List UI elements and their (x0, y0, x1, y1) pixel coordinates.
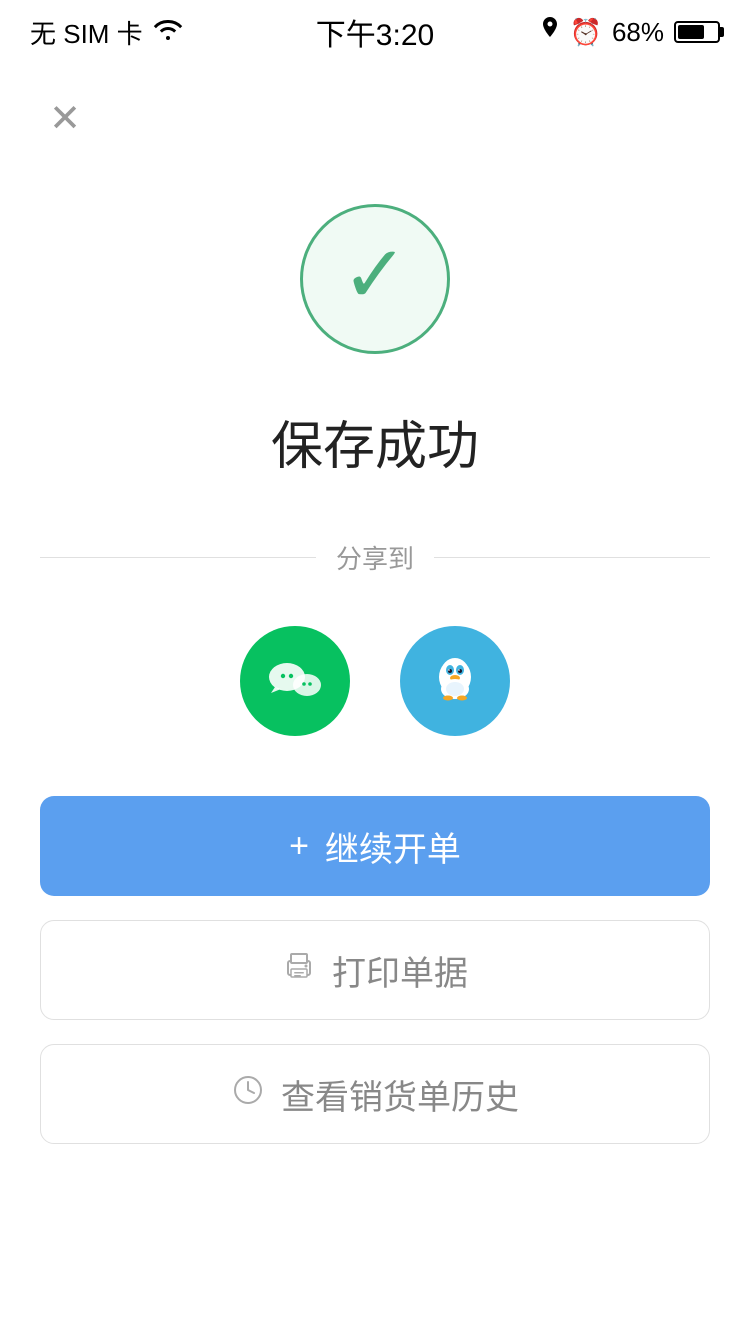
status-bar: 无 SIM 卡 下午3:20 ⏰ 68% (0, 0, 750, 64)
close-button[interactable]: ✕ (40, 94, 90, 144)
share-label: 分享到 (336, 539, 414, 576)
view-history-button[interactable]: 查看销货单历史 (40, 1044, 710, 1144)
continue-order-button[interactable]: + 继续开单 (40, 796, 710, 896)
status-left: 无 SIM 卡 (30, 14, 183, 51)
alarm-icon: ⏰ (570, 17, 602, 48)
qq-icon (425, 651, 485, 711)
share-icons-row (40, 626, 710, 736)
checkmark-icon: ✓ (341, 235, 408, 315)
qq-share-button[interactable] (400, 626, 510, 736)
plus-icon: + (289, 827, 309, 866)
continue-order-label: 继续开单 (325, 822, 461, 871)
print-receipt-button[interactable]: 打印单据 (40, 920, 710, 1020)
wechat-share-button[interactable] (240, 626, 350, 736)
divider-line-left (40, 557, 316, 558)
view-history-label: 查看销货单历史 (281, 1070, 519, 1119)
close-icon: ✕ (49, 100, 81, 138)
wechat-icon (263, 649, 327, 713)
share-section: 分享到 (40, 539, 710, 736)
carrier-text: 无 SIM 卡 (30, 14, 143, 51)
print-icon (282, 949, 316, 991)
wifi-icon (153, 18, 183, 47)
share-divider: 分享到 (40, 539, 710, 576)
status-time: 下午3:20 (316, 10, 434, 54)
main-content: ✕ ✓ 保存成功 分享到 (0, 64, 750, 1184)
success-title: 保存成功 (271, 404, 479, 479)
close-button-row: ✕ (40, 94, 710, 144)
print-receipt-label: 打印单据 (332, 946, 468, 995)
battery-icon (674, 21, 720, 43)
divider-line-right (434, 557, 710, 558)
battery-text: 68% (612, 17, 664, 48)
location-icon (540, 17, 560, 48)
action-buttons: + 继续开单 打印单据 (40, 796, 710, 1144)
history-icon (231, 1073, 265, 1115)
status-right: ⏰ 68% (540, 17, 720, 48)
success-circle: ✓ (300, 204, 450, 354)
